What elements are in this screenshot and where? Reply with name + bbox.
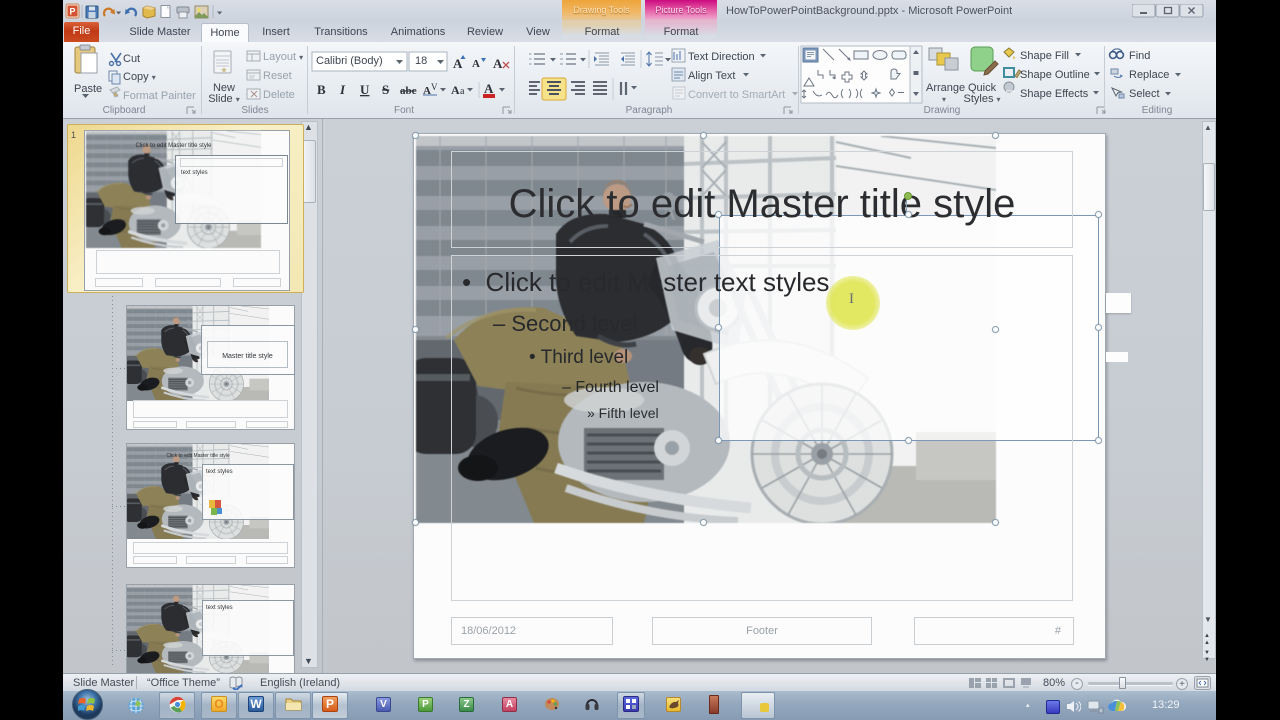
- svg-text:Shape Outline: Shape Outline: [1020, 69, 1090, 81]
- svg-text:abc: abc: [400, 85, 417, 97]
- svg-text:A: A: [493, 56, 503, 71]
- svg-text:S: S: [382, 82, 389, 97]
- svg-text:Select: Select: [1129, 88, 1160, 100]
- svg-text:U: U: [360, 82, 370, 97]
- svg-text:Align Text: Align Text: [688, 70, 736, 82]
- svg-text:Convert to SmartArt: Convert to SmartArt: [688, 89, 785, 101]
- svg-text:Find: Find: [1129, 50, 1150, 62]
- svg-text:A: A: [484, 81, 494, 96]
- svg-text:Text Direction: Text Direction: [688, 51, 755, 63]
- svg-text:A: A: [472, 58, 480, 70]
- svg-text:Shape Fill: Shape Fill: [1020, 50, 1069, 62]
- svg-text:Replace: Replace: [1129, 69, 1169, 81]
- svg-text:V: V: [431, 82, 438, 92]
- svg-text:P: P: [69, 7, 75, 17]
- svg-text:I: I: [339, 82, 346, 97]
- svg-text:A: A: [451, 83, 460, 97]
- svg-text:Shape Effects: Shape Effects: [1020, 88, 1089, 100]
- svg-text:B: B: [317, 82, 326, 97]
- svg-text:a: a: [460, 86, 465, 97]
